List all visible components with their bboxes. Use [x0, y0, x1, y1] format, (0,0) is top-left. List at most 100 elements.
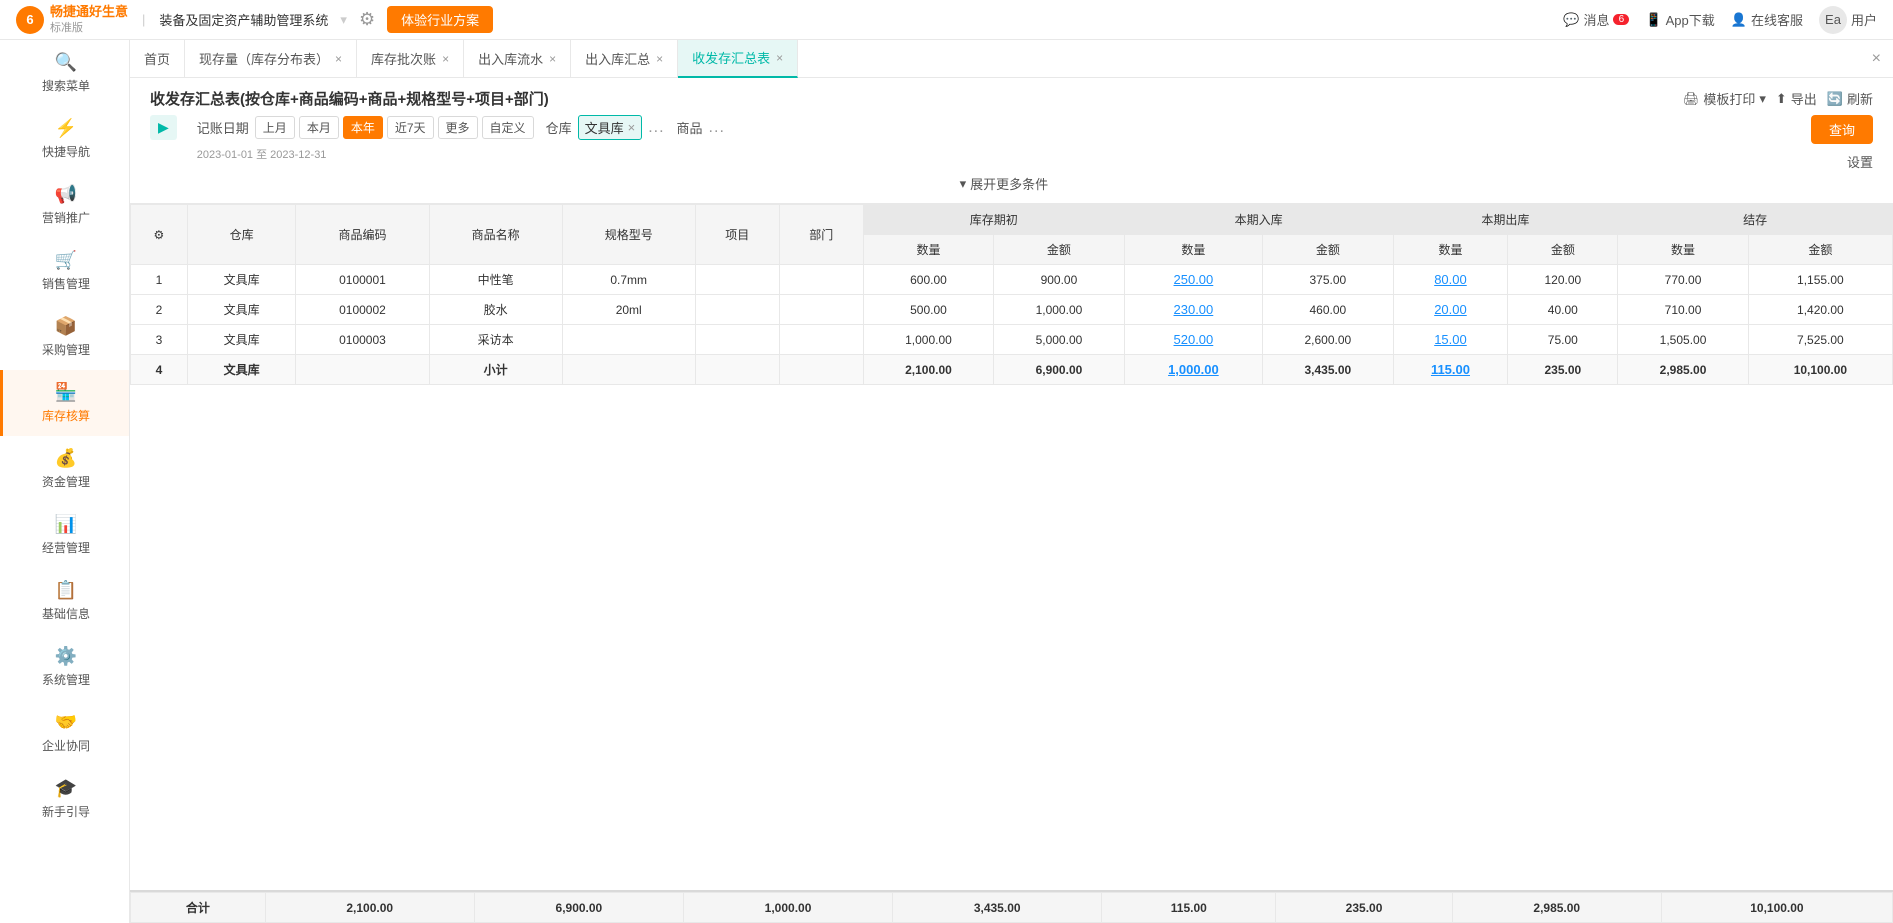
cell-warehouse: 文具库 — [187, 325, 296, 355]
demo-button[interactable]: 体验行业方案 — [387, 6, 493, 33]
sidebar-label-purchase: 采购管理 — [42, 341, 90, 358]
tab-inventory-dist[interactable]: 现存量（库存分布表） × — [185, 40, 357, 78]
tab-close-receive-summary[interactable]: × — [776, 51, 783, 65]
table-row: 1 文具库 0100001 中性笔 0.7mm 600.00 900.00 25… — [131, 265, 1893, 295]
logo-text: 畅捷通好生意 — [50, 4, 128, 20]
sidebar-item-marketing[interactable]: 📢 营销推广 — [0, 172, 129, 238]
warehouse-tag-remove[interactable]: × — [628, 120, 636, 135]
phone-icon: 📱 — [1645, 12, 1661, 28]
th-out: 本期出库 — [1393, 205, 1618, 235]
cell-out-amt: 120.00 — [1508, 265, 1618, 295]
tab-inout-flow[interactable]: 出入库流水 × — [464, 40, 571, 78]
cell-out-qty: 115.00 — [1393, 355, 1508, 385]
date-btn-custom[interactable]: 自定义 — [482, 116, 534, 139]
sidebar-label-search: 搜索菜单 — [42, 77, 90, 94]
goods-label: 商品 — [677, 118, 703, 137]
footer-balance-amt: 10,100.00 — [1661, 893, 1892, 923]
cell-opening-qty: 1,000.00 — [863, 325, 993, 355]
query-button[interactable]: 查询 — [1811, 115, 1873, 144]
tab-close-inventory-dist[interactable]: × — [335, 52, 342, 66]
th-gear[interactable]: ⚙ — [131, 205, 188, 265]
date-btn-last-month[interactable]: 上月 — [255, 116, 295, 139]
cell-opening-amt: 6,900.00 — [994, 355, 1124, 385]
tab-batch[interactable]: 库存批次账 × — [357, 40, 464, 78]
cell-project — [695, 355, 779, 385]
cell-out-amt: 235.00 — [1508, 355, 1618, 385]
sidebar-item-base-info[interactable]: 📋 基础信息 — [0, 568, 129, 634]
tab-home[interactable]: 首页 — [130, 40, 185, 78]
date-btn-7days[interactable]: 近7天 — [387, 116, 434, 139]
tab-close-batch[interactable]: × — [442, 52, 449, 66]
hf-row1: 收发存汇总表(按仓库+商品编码+商品+规格型号+项目+部门) 🖨 模板打印 ▾ … — [150, 88, 1873, 109]
sales-icon: 🛒 — [55, 250, 77, 271]
cell-opening-qty: 600.00 — [863, 265, 993, 295]
cell-warehouse: 文具库 — [187, 295, 296, 325]
tab-receive-summary[interactable]: 收发存汇总表 × — [678, 40, 798, 78]
page-actions: 🖨 模板打印 ▾ ⬆ 导出 🔄 刷新 — [1683, 89, 1873, 108]
sidebar-item-operations[interactable]: 📊 经营管理 — [0, 502, 129, 568]
date-field-group: 记账日期 上月 本月 本年 近7天 更多 自定义 — [197, 116, 534, 139]
cell-goods-spec: 20ml — [562, 295, 695, 325]
cell-opening-qty: 500.00 — [863, 295, 993, 325]
table-row: 3 文具库 0100003 采访本 1,000.00 5,000.00 520.… — [131, 325, 1893, 355]
enterprise-icon: 🤝 — [55, 712, 77, 733]
date-btn-this-month[interactable]: 本月 — [299, 116, 339, 139]
sidebar-label-operations: 经营管理 — [42, 539, 90, 556]
sidebar-item-finance[interactable]: 💰 资金管理 — [0, 436, 129, 502]
goods-more-btn[interactable]: ... — [709, 119, 725, 137]
sidebar-item-purchase[interactable]: 📦 采购管理 — [0, 304, 129, 370]
tab-close-inout-summary[interactable]: × — [656, 52, 663, 66]
cell-goods-name: 中性笔 — [429, 265, 562, 295]
cell-in-amt: 375.00 — [1263, 265, 1393, 295]
sidebar-label-quick-nav: 快捷导航 — [42, 143, 90, 160]
sidebar-label-guide: 新手引导 — [42, 803, 90, 820]
app-download-item[interactable]: 📱 App下载 — [1645, 10, 1714, 29]
th-balance: 结存 — [1618, 205, 1893, 235]
cell-goods-code: 0100001 — [296, 265, 429, 295]
th-goods-spec: 规格型号 — [562, 205, 695, 265]
settings-link[interactable]: 设置 — [1847, 152, 1873, 171]
warehouse-more-btn[interactable]: ... — [648, 119, 664, 137]
sidebar-item-guide[interactable]: 🎓 新手引导 — [0, 766, 129, 832]
sidebar-item-enterprise[interactable]: 🤝 企业协同 — [0, 700, 129, 766]
th-balance-qty: 数量 — [1618, 235, 1748, 265]
refresh-button[interactable]: 🔄 刷新 — [1827, 89, 1873, 108]
sidebar-item-system[interactable]: ⚙️ 系统管理 — [0, 634, 129, 700]
sidebar-item-quick-nav[interactable]: ⚡ 快捷导航 — [0, 106, 129, 172]
th-goods-name: 商品名称 — [429, 205, 562, 265]
sidebar-label-finance: 资金管理 — [42, 473, 90, 490]
online-service-item[interactable]: 👤 在线客服 — [1731, 10, 1803, 29]
th-in-amt: 金额 — [1263, 235, 1393, 265]
expand-more-btn[interactable]: ▾ 展开更多条件 — [960, 174, 1049, 193]
messages-item[interactable]: 💬 消息 6 — [1563, 10, 1629, 29]
th-department: 部门 — [779, 205, 863, 265]
sidebar-item-search[interactable]: 🔍 搜索菜单 — [0, 40, 129, 106]
cell-goods-code — [296, 355, 429, 385]
th-goods-code: 商品编码 — [296, 205, 429, 265]
cell-goods-code: 0100003 — [296, 325, 429, 355]
cell-opening-amt: 900.00 — [994, 265, 1124, 295]
th-opening: 库存期初 — [863, 205, 1124, 235]
sidebar-item-inventory[interactable]: 🏪 库存核算 — [0, 370, 129, 436]
sidebar-item-sales[interactable]: 🛒 销售管理 — [0, 238, 129, 304]
date-btn-this-year[interactable]: 本年 — [343, 116, 383, 139]
query-area: 查询 设置 — [1811, 115, 1873, 171]
tab-inout-summary[interactable]: 出入库汇总 × — [571, 40, 678, 78]
cell-out-amt: 40.00 — [1508, 295, 1618, 325]
filter-toggle-btn[interactable]: ▶ — [150, 115, 177, 140]
tab-close-inout-flow[interactable]: × — [549, 52, 556, 66]
operations-icon: 📊 — [55, 514, 77, 535]
user-item[interactable]: Ea 用户 — [1819, 6, 1877, 34]
date-btn-more[interactable]: 更多 — [438, 116, 478, 139]
th-warehouse: 仓库 — [187, 205, 296, 265]
sidebar-label-inventory: 库存核算 — [42, 407, 90, 424]
table-row: 4 文具库 小计 2,100.00 6,900.00 1,000.00 3,43… — [131, 355, 1893, 385]
cell-project — [695, 295, 779, 325]
export-button[interactable]: ⬆ 导出 — [1776, 89, 1817, 108]
cell-department — [779, 295, 863, 325]
print-button[interactable]: 🖨 模板打印 ▾ — [1683, 89, 1766, 108]
cell-balance-amt: 1,420.00 — [1748, 295, 1892, 325]
footer-in-qty: 1,000.00 — [683, 893, 892, 923]
tab-bar-close[interactable]: × — [1860, 50, 1893, 68]
cell-project — [695, 265, 779, 295]
